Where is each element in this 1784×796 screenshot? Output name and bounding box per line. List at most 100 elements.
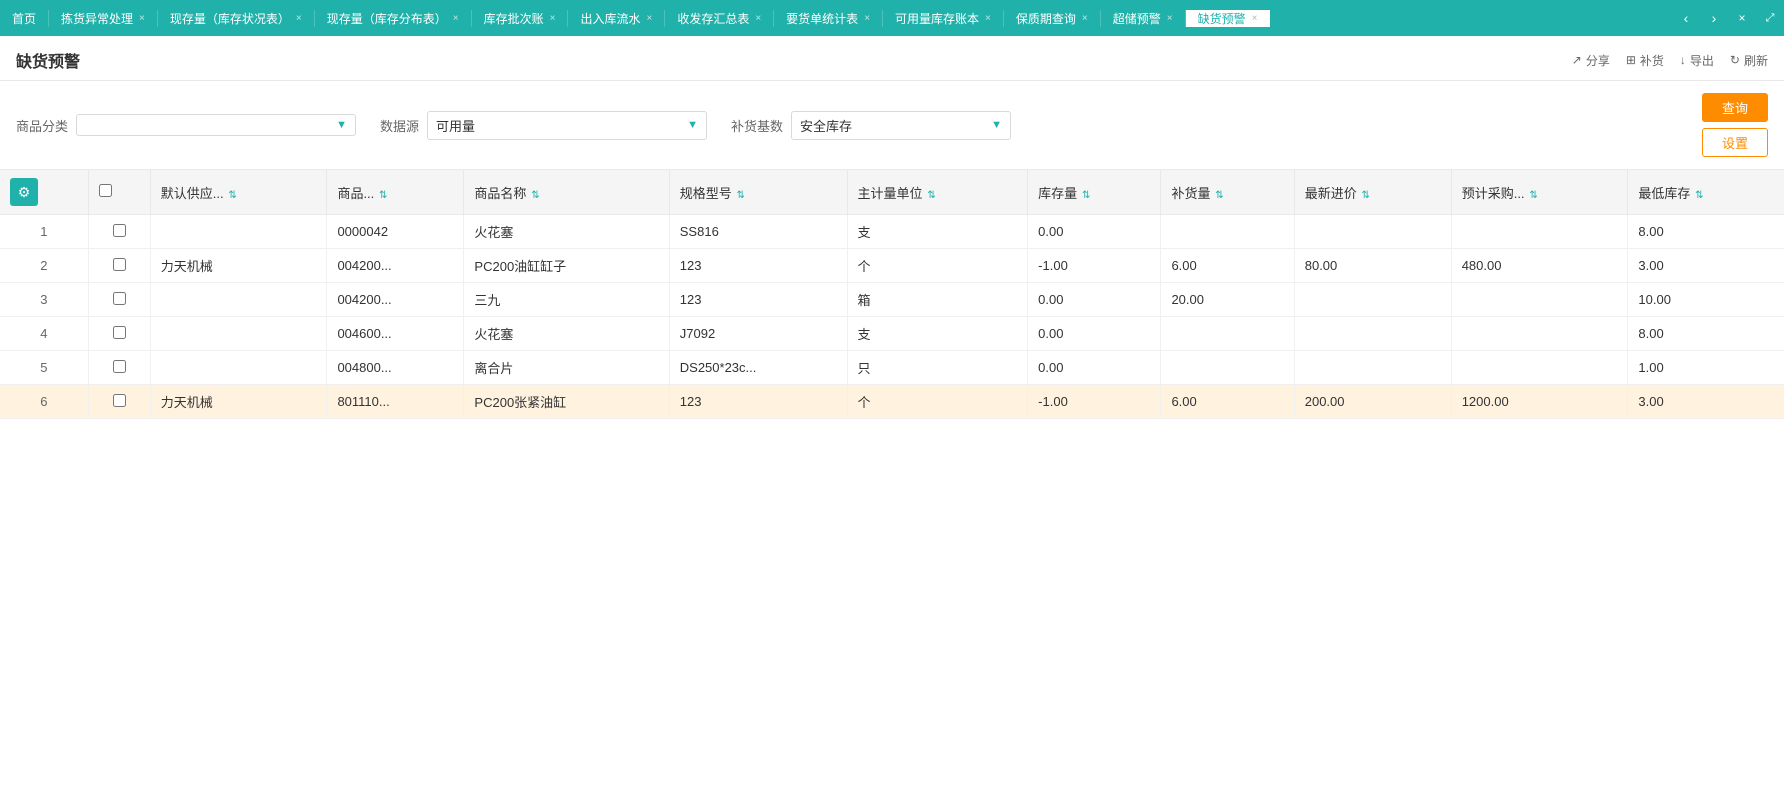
gear-settings-btn[interactable]: ⚙: [10, 178, 38, 206]
cell-est_purchase: [1451, 283, 1628, 317]
col-header-product_code[interactable]: 商品... ⇅: [327, 170, 464, 215]
tab-overstock[interactable]: 超储预警×: [1101, 10, 1186, 27]
tab-close-receive-summary[interactable]: ×: [755, 13, 761, 24]
cell-default_supplier: 力天机械: [150, 249, 327, 283]
tab-close-overstock[interactable]: ×: [1167, 13, 1173, 24]
tab-demand-stats[interactable]: 要货单统计表×: [774, 10, 883, 27]
export-icon: ↓: [1680, 53, 1686, 67]
tab-close-shortage[interactable]: ×: [1252, 13, 1258, 24]
row-no: 6: [0, 385, 88, 419]
tab-shortage[interactable]: 缺货预警 ×: [1186, 10, 1271, 27]
col-label-product_code: 商品...: [337, 186, 374, 201]
row-checkbox[interactable]: [113, 224, 126, 237]
query-button[interactable]: 查询: [1702, 93, 1768, 122]
tab-batch-account[interactable]: 库存批次账×: [472, 10, 569, 27]
tab-expiry-query[interactable]: 保质期查询 ×: [1004, 10, 1101, 27]
tab-label-expiry-query: 保质期查询: [1016, 10, 1076, 27]
replenish-btn[interactable]: ⊞ 补货: [1626, 52, 1664, 69]
cell-product_name: 三九: [464, 283, 669, 317]
category-select[interactable]: ▼: [76, 114, 356, 136]
col-header-spec[interactable]: 规格型号 ⇅: [669, 170, 847, 215]
export-btn[interactable]: ↓ 导出: [1680, 52, 1714, 69]
tab-close-inventory-status[interactable]: ×: [296, 13, 302, 24]
cell-product_code: 0000042: [327, 215, 464, 249]
cell-product_code: 004200...: [327, 249, 464, 283]
col-header-stock[interactable]: 库存量 ⇅: [1028, 170, 1161, 215]
col-label-default_supplier: 默认供应...: [161, 186, 224, 201]
col-header-replenish_qty[interactable]: 补货量 ⇅: [1161, 170, 1294, 215]
cell-min_stock: 3.00: [1628, 385, 1784, 419]
tab-close-defect-exception[interactable]: ×: [139, 13, 145, 24]
sort-icon-default_supplier: ⇅: [226, 190, 237, 201]
table-row: 10000042火花塞SS816支0.008.00: [0, 215, 1784, 249]
tab-close-all-btn[interactable]: ×: [1728, 0, 1756, 36]
tab-available-ledger[interactable]: 可用量库存账本 ×: [883, 10, 1004, 27]
cell-stock: -1.00: [1028, 249, 1161, 283]
row-checkbox[interactable]: [113, 360, 126, 373]
replenish-icon: ⊞: [1626, 53, 1636, 67]
tab-label-receive-summary: 收发存汇总表: [677, 10, 749, 27]
page-title: 缺货预警: [16, 48, 80, 72]
cell-stock: 0.00: [1028, 351, 1161, 385]
table-body: 10000042火花塞SS816支0.008.002力天机械004200...P…: [0, 215, 1784, 419]
row-checkbox-cell: [88, 317, 150, 351]
col-label-replenish_qty: 补货量: [1171, 186, 1210, 201]
sort-icon-product_name: ⇅: [528, 190, 539, 201]
filter-area: 商品分类 ▼ 数据源 可用量 ▼ 补货基数 安全库存 ▼ 查询 设置: [0, 81, 1784, 170]
tab-inventory-status[interactable]: 现存量（库存状况表） ×: [158, 10, 315, 27]
tab-close-demand-stats[interactable]: ×: [864, 13, 870, 24]
tab-close-available-ledger[interactable]: ×: [985, 13, 991, 24]
select-all-checkbox[interactable]: [99, 184, 112, 197]
datasource-select[interactable]: 可用量 ▼: [427, 111, 707, 140]
cell-unit: 箱: [847, 283, 1028, 317]
tab-close-expiry-query[interactable]: ×: [1082, 13, 1088, 24]
refresh-btn[interactable]: ↻ 刷新: [1730, 52, 1768, 69]
tab-inventory-dist[interactable]: 现存量（库存分布表）×: [315, 10, 472, 27]
sort-icon-replenish_qty: ⇅: [1212, 190, 1223, 201]
tab-label-inventory-status: 现存量（库存状况表）: [170, 10, 290, 27]
col-header-default_supplier[interactable]: 默认供应... ⇅: [150, 170, 327, 215]
tab-prev-btn[interactable]: ‹: [1672, 0, 1700, 36]
row-checkbox[interactable]: [113, 326, 126, 339]
tab-close-batch-account[interactable]: ×: [550, 13, 556, 24]
col-header-product_name[interactable]: 商品名称 ⇅: [464, 170, 669, 215]
datasource-label: 数据源: [380, 116, 419, 135]
sort-icon-unit: ⇅: [925, 190, 936, 201]
col-header-min_stock[interactable]: 最低库存 ⇅: [1628, 170, 1784, 215]
tab-close-inout-flow[interactable]: ×: [646, 13, 652, 24]
cell-default_supplier: [150, 215, 327, 249]
tab-label-shortage: 缺货预警: [1198, 10, 1246, 27]
cell-default_supplier: 力天机械: [150, 385, 327, 419]
row-checkbox[interactable]: [113, 394, 126, 407]
row-checkbox[interactable]: [113, 292, 126, 305]
tab-close-inventory-dist[interactable]: ×: [453, 13, 459, 24]
settings-button[interactable]: 设置: [1702, 128, 1768, 157]
tab-next-btn[interactable]: ›: [1700, 0, 1728, 36]
tab-defect-exception[interactable]: 拣货异常处理×: [49, 10, 158, 27]
tab-label-home: 首页: [12, 10, 36, 27]
datasource-dropdown-icon: ▼: [687, 119, 698, 131]
col-label-min_stock: 最低库存: [1638, 186, 1690, 201]
cell-default_supplier: [150, 283, 327, 317]
row-checkbox[interactable]: [113, 258, 126, 271]
col-header-unit[interactable]: 主计量单位 ⇅: [847, 170, 1028, 215]
tab-label-available-ledger: 可用量库存账本: [895, 10, 979, 27]
sort-icon-product_code: ⇅: [376, 190, 387, 201]
cell-stock: -1.00: [1028, 385, 1161, 419]
tab-receive-summary[interactable]: 收发存汇总表 ×: [665, 10, 774, 27]
cell-latest_price: [1294, 351, 1451, 385]
cell-latest_price: [1294, 317, 1451, 351]
cell-spec: 123: [669, 249, 847, 283]
share-btn[interactable]: ↗ 分享: [1572, 52, 1610, 69]
cell-latest_price: [1294, 283, 1451, 317]
col-header-latest_price[interactable]: 最新进价 ⇅: [1294, 170, 1451, 215]
tab-expand-btn[interactable]: ⤢: [1756, 0, 1784, 36]
cell-spec: 123: [669, 385, 847, 419]
tab-inout-flow[interactable]: 出入库流水×: [568, 10, 665, 27]
replenish-base-select[interactable]: 安全库存 ▼: [791, 111, 1011, 140]
row-checkbox-cell: [88, 249, 150, 283]
data-table: ⚙默认供应... ⇅商品... ⇅商品名称 ⇅规格型号 ⇅主计量单位 ⇅库存量 …: [0, 170, 1784, 419]
tab-home[interactable]: 首页: [0, 10, 49, 27]
row-no: 3: [0, 283, 88, 317]
col-header-est_purchase[interactable]: 预计采购... ⇅: [1451, 170, 1628, 215]
